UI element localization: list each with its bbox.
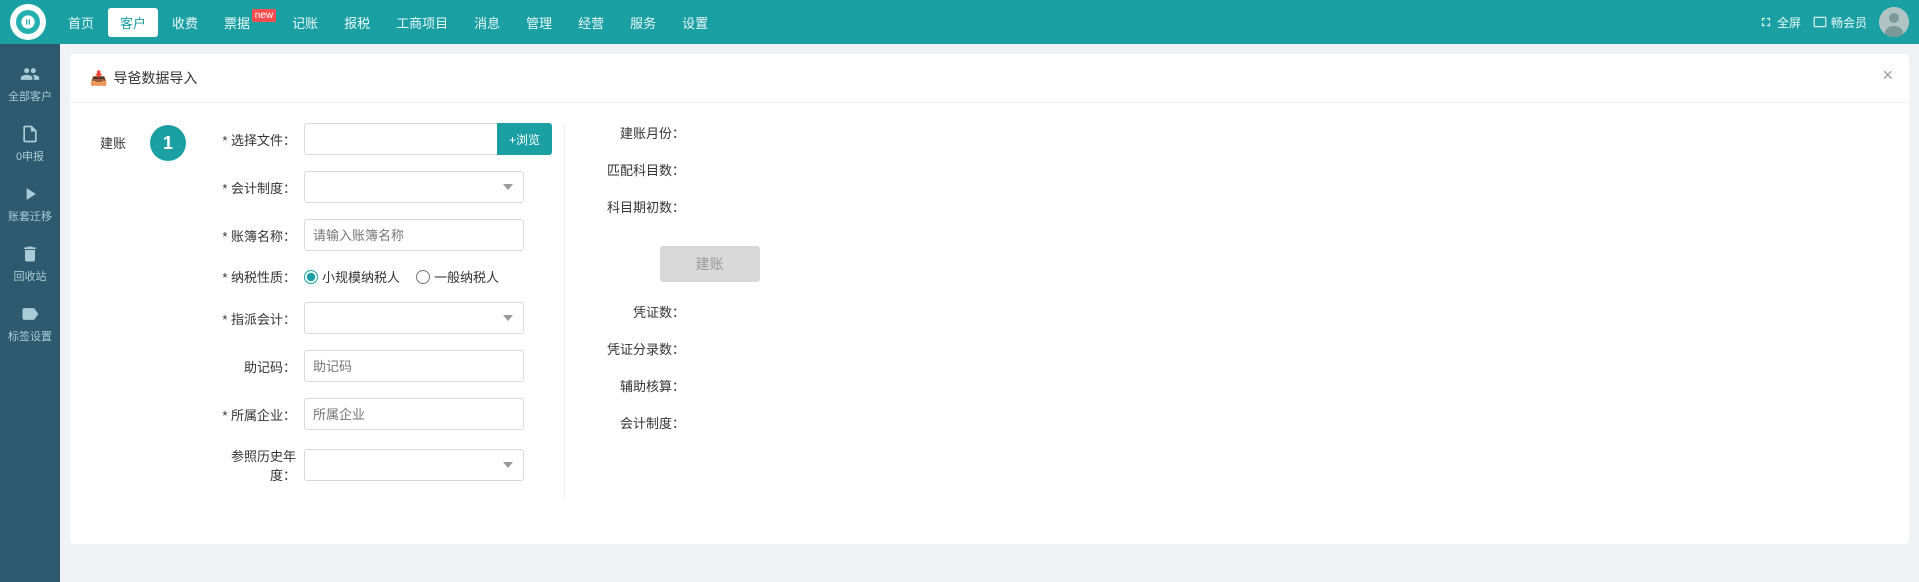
file-input-wrapper: +浏览 bbox=[304, 123, 524, 155]
main-layout: 全部客户 0申报 账套迁移 回收站 标签设置 📥 导爸数据导入 × bbox=[0, 44, 1919, 582]
user-avatar[interactable] bbox=[1879, 7, 1909, 37]
nav-item-billing[interactable]: 收费 bbox=[160, 8, 210, 37]
sidebar-item-all-customers[interactable]: 全部客户 bbox=[0, 54, 60, 114]
accounting-system-label: 会计制度： bbox=[595, 413, 685, 432]
file-text-input[interactable] bbox=[304, 123, 497, 155]
voucher-label: 凭证数： bbox=[595, 302, 685, 321]
company-row: * 所属企业： bbox=[216, 398, 524, 430]
sidebar-label-declaration: 0申报 bbox=[16, 148, 44, 164]
accountant-row: * 指派会计： bbox=[216, 302, 524, 334]
history-label: 参照历史年度： bbox=[216, 446, 296, 484]
tax-option2[interactable]: 一般纳税人 bbox=[416, 267, 499, 286]
nav-item-services[interactable]: 服务 bbox=[618, 8, 668, 37]
nav-item-messages[interactable]: 消息 bbox=[462, 8, 512, 37]
ledger-name-input[interactable] bbox=[304, 219, 524, 251]
accounting-select[interactable] bbox=[304, 171, 524, 203]
memo-row: 助记码： bbox=[216, 350, 524, 382]
accounting-row: * 会计制度： bbox=[216, 171, 524, 203]
nav-item-tax[interactable]: 报税 bbox=[332, 8, 382, 37]
logo[interactable] bbox=[10, 4, 46, 40]
tax-radio-small[interactable] bbox=[304, 270, 318, 284]
company-label: * 所属企业： bbox=[216, 405, 296, 424]
sidebar-label-recycle-bin: 回收站 bbox=[14, 268, 47, 284]
close-button[interactable]: × bbox=[1882, 66, 1893, 84]
logo-icon bbox=[16, 10, 40, 34]
voucher-entries-label: 凭证分录数： bbox=[595, 339, 685, 358]
tax-option1[interactable]: 小规模纳税人 bbox=[304, 267, 400, 286]
accountant-label: * 指派会计： bbox=[216, 309, 296, 328]
nav-item-industry[interactable]: 工商项目 bbox=[384, 8, 460, 37]
tax-type-label: * 纳税性质： bbox=[216, 267, 296, 286]
new-badge: new bbox=[252, 9, 276, 22]
member-button[interactable]: 畅会员 bbox=[1813, 14, 1867, 31]
aux-label: 辅助核算： bbox=[595, 376, 685, 395]
step-circle: 1 bbox=[150, 125, 186, 161]
panel-body: 建账 1 * 选择文件： +浏览 bbox=[70, 103, 1909, 520]
file-label: * 选择文件： bbox=[216, 130, 296, 149]
period-label: 科目期初数： bbox=[595, 197, 685, 216]
nav-item-operations[interactable]: 经营 bbox=[566, 8, 616, 37]
accounting-system-row: 会计制度： bbox=[595, 413, 824, 432]
step-label: 建账 bbox=[100, 133, 126, 152]
ledger-name-label: * 账簿名称： bbox=[216, 226, 296, 245]
voucher-entries-row: 凭证分录数： bbox=[595, 339, 824, 358]
browse-button[interactable]: +浏览 bbox=[497, 123, 552, 155]
history-row: 参照历史年度： bbox=[216, 446, 524, 484]
memo-input[interactable] bbox=[304, 350, 524, 382]
fullscreen-button[interactable]: 全屏 bbox=[1759, 14, 1801, 31]
ledger-name-row: * 账簿名称： bbox=[216, 219, 524, 251]
memo-label: 助记码： bbox=[216, 357, 296, 376]
tax-radio-general[interactable] bbox=[416, 270, 430, 284]
file-row: * 选择文件： +浏览 bbox=[216, 123, 524, 155]
match-row: 匹配科目数： bbox=[595, 160, 824, 179]
create-account-button[interactable]: 建账 bbox=[660, 246, 760, 282]
sidebar-label-account-migration: 账套迁移 bbox=[8, 208, 52, 224]
history-select[interactable] bbox=[304, 449, 524, 481]
sidebar-item-declaration[interactable]: 0申报 bbox=[0, 114, 60, 174]
sidebar-item-label-settings[interactable]: 标签设置 bbox=[0, 294, 60, 354]
nav-right: 全屏 畅会员 bbox=[1759, 7, 1909, 37]
nav-item-admin[interactable]: 管理 bbox=[514, 8, 564, 37]
panel-title: 导爸数据导入 bbox=[113, 68, 197, 88]
top-navigation: 首页 客户 收费 票据 new 记账 报税 工商项目 消息 管理 经营 服务 设… bbox=[0, 0, 1919, 44]
nav-items: 首页 客户 收费 票据 new 记账 报税 工商项目 消息 管理 经营 服务 设… bbox=[56, 8, 1759, 37]
sidebar-item-account-migration[interactable]: 账套迁移 bbox=[0, 174, 60, 234]
sidebar-label-all-customers: 全部客户 bbox=[8, 88, 52, 104]
panel-header: 📥 导爸数据导入 × bbox=[70, 54, 1909, 103]
main-content: 📥 导爸数据导入 × 建账 1 bbox=[60, 44, 1919, 582]
nav-item-accounting[interactable]: 记账 bbox=[280, 8, 330, 37]
aux-row: 辅助核算： bbox=[595, 376, 824, 395]
sidebar-label-label-settings: 标签设置 bbox=[8, 328, 52, 344]
voucher-row: 凭证数： bbox=[595, 302, 824, 321]
company-input[interactable] bbox=[304, 398, 524, 430]
panel: 📥 导爸数据导入 × 建账 1 bbox=[70, 54, 1909, 544]
match-label: 匹配科目数： bbox=[595, 160, 685, 179]
tax-type-row: * 纳税性质： 小规模纳税人 一般纳税人 bbox=[216, 267, 524, 286]
nav-item-home[interactable]: 首页 bbox=[56, 8, 106, 37]
form-section: * 选择文件： +浏览 * 会计制度： bbox=[216, 123, 524, 500]
sidebar: 全部客户 0申报 账套迁移 回收站 标签设置 bbox=[0, 44, 60, 582]
nav-item-invoice[interactable]: 票据 new bbox=[212, 8, 278, 37]
month-label: 建账月份： bbox=[595, 123, 685, 142]
accountant-select[interactable] bbox=[304, 302, 524, 334]
month-row: 建账月份： bbox=[595, 123, 824, 142]
import-icon: 📥 bbox=[90, 70, 107, 87]
nav-item-settings[interactable]: 设置 bbox=[670, 8, 720, 37]
period-row: 科目期初数： bbox=[595, 197, 824, 216]
tax-radio-group: 小规模纳税人 一般纳税人 bbox=[304, 267, 499, 286]
step-section: 建账 1 bbox=[100, 123, 186, 161]
accounting-label: * 会计制度： bbox=[216, 178, 296, 197]
right-section: 建账月份： 匹配科目数： 科目期初数： 建账 bbox=[564, 123, 824, 500]
nav-item-customer[interactable]: 客户 bbox=[108, 8, 158, 37]
sidebar-item-recycle-bin[interactable]: 回收站 bbox=[0, 234, 60, 294]
